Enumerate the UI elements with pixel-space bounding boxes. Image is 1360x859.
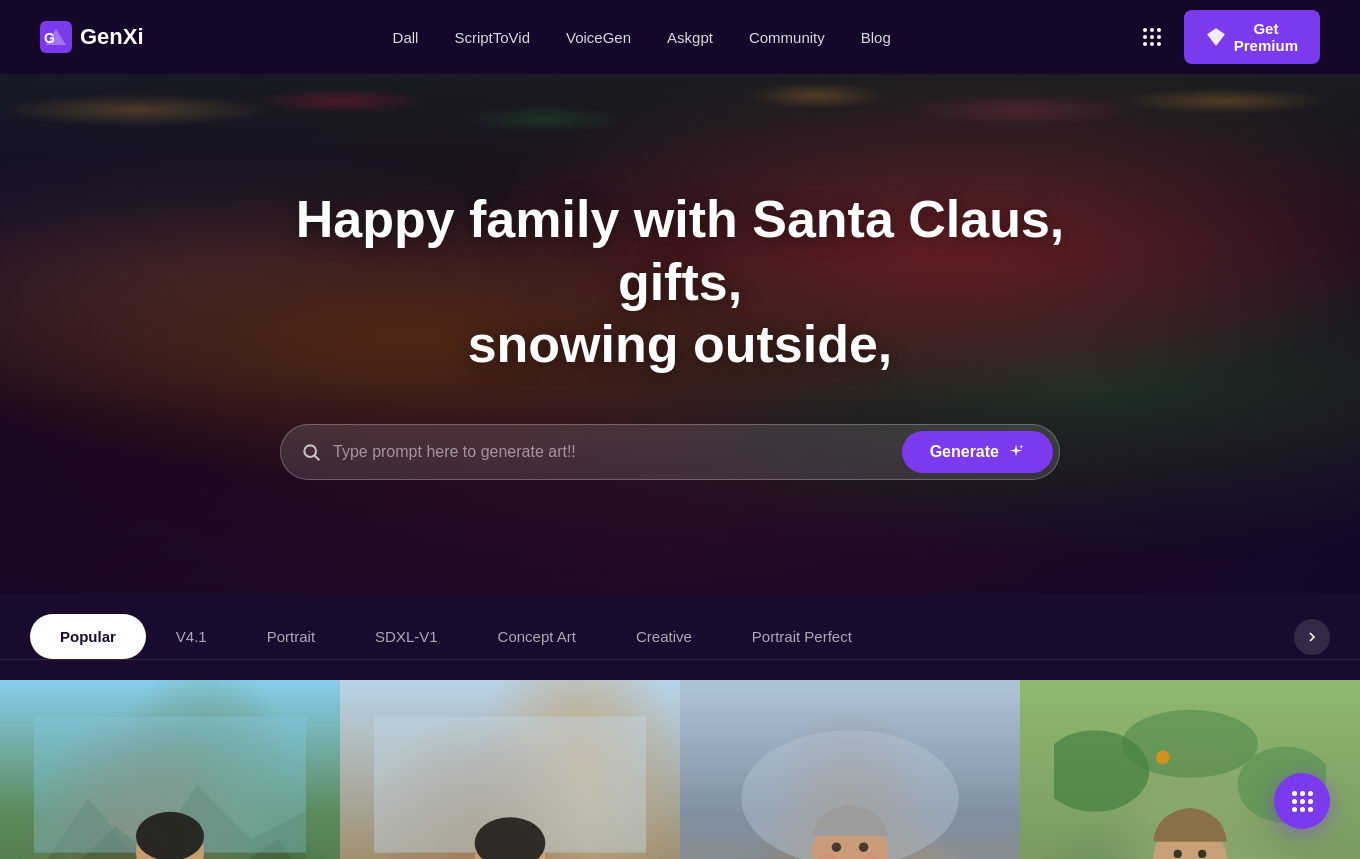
get-premium-button[interactable]: GetPremium: [1184, 10, 1320, 64]
svg-point-10: [1157, 42, 1161, 46]
tab-portrait[interactable]: Portrait: [237, 614, 345, 659]
image-card-3[interactable]: [680, 680, 1020, 859]
generate-button[interactable]: Generate: [902, 431, 1053, 473]
svg-point-9: [1150, 42, 1154, 46]
nav-dall[interactable]: Dall: [393, 29, 419, 46]
sparkle-icon: [1007, 443, 1025, 461]
svg-point-4: [1157, 28, 1161, 32]
card-person-1: [0, 680, 340, 859]
card-person-2: [340, 680, 680, 859]
hero-section: Happy family with Santa Claus, gifts, sn…: [0, 74, 1360, 594]
diamond-icon: [1206, 27, 1226, 47]
svg-point-49: [859, 842, 869, 852]
premium-label: GetPremium: [1234, 20, 1298, 54]
image-card-4[interactable]: [1020, 680, 1360, 859]
guitarist-svg-1: [34, 703, 306, 859]
nav-community[interactable]: Community: [749, 29, 825, 46]
svg-point-66: [1122, 709, 1258, 777]
grid-icon: [1140, 25, 1164, 49]
svg-point-27: [175, 848, 183, 856]
prompt-input[interactable]: [333, 443, 902, 461]
svg-point-5: [1143, 35, 1147, 39]
dot-5: [1300, 799, 1305, 804]
tab-creative[interactable]: Creative: [606, 614, 722, 659]
card-person-4: [1020, 680, 1360, 859]
tab-sdxl-v1[interactable]: SDXL-V1: [345, 614, 468, 659]
fab-button[interactable]: [1274, 773, 1330, 829]
svg-point-19: [136, 811, 204, 859]
dot-8: [1300, 807, 1305, 812]
chevron-right-icon: [1304, 629, 1320, 645]
tabs-section: Popular V4.1 Portrait SDXL-V1 Concept Ar…: [0, 594, 1360, 660]
nav-blog[interactable]: Blog: [861, 29, 891, 46]
tabs-next-arrow[interactable]: [1294, 619, 1330, 655]
tab-concept-art[interactable]: Concept Art: [468, 614, 606, 659]
navbar-right: GetPremium: [1140, 10, 1320, 64]
nav-voicegen[interactable]: VoiceGen: [566, 29, 631, 46]
hero-content: Happy family with Santa Claus, gifts, sn…: [260, 188, 1100, 479]
svg-point-2: [1143, 28, 1147, 32]
svg-point-48: [832, 842, 842, 852]
search-icon: [301, 442, 321, 462]
logo-icon: G: [40, 21, 72, 53]
hero-title: Happy family with Santa Claus, gifts, sn…: [280, 188, 1080, 375]
tab-v41[interactable]: V4.1: [146, 614, 237, 659]
apps-grid-button[interactable]: [1140, 25, 1164, 49]
brand-logo[interactable]: G GenXi: [40, 21, 144, 53]
svg-point-26: [156, 848, 164, 856]
dot-7: [1292, 807, 1297, 812]
svg-point-6: [1150, 35, 1154, 39]
guitarist-svg-2: [374, 703, 646, 859]
card-person-3: [680, 680, 1020, 859]
svg-point-3: [1150, 28, 1154, 32]
nav-scripttovid[interactable]: ScriptToVid: [454, 29, 530, 46]
nav-links: Dall ScriptToVid VoiceGen Askgpt Communi…: [393, 29, 891, 46]
nav-askgpt[interactable]: Askgpt: [667, 29, 713, 46]
navbar: G GenXi Dall ScriptToVid VoiceGen Askgpt…: [0, 0, 1360, 74]
dot-3: [1308, 791, 1313, 796]
dot-4: [1292, 799, 1297, 804]
svg-point-7: [1157, 35, 1161, 39]
dot-2: [1300, 791, 1305, 796]
dot-9: [1308, 807, 1313, 812]
svg-point-71: [1174, 850, 1182, 858]
tab-popular[interactable]: Popular: [30, 614, 146, 659]
search-icon-wrap: [301, 442, 321, 462]
tab-portrait-perfect[interactable]: Portrait Perfect: [722, 614, 882, 659]
dot-1: [1292, 791, 1297, 796]
dot-6: [1308, 799, 1313, 804]
svg-point-8: [1143, 42, 1147, 46]
image-grid: [0, 660, 1360, 859]
svg-line-12: [315, 455, 320, 460]
man-puppy-svg: [714, 703, 986, 859]
search-bar: Generate: [280, 424, 1060, 480]
fab-dot-grid: [1292, 791, 1313, 812]
svg-point-67: [1156, 750, 1170, 764]
svg-point-11: [304, 445, 316, 457]
image-card-1[interactable]: [0, 680, 340, 859]
svg-point-72: [1198, 850, 1206, 858]
brand-name: GenXi: [80, 24, 144, 50]
image-card-2[interactable]: [340, 680, 680, 859]
